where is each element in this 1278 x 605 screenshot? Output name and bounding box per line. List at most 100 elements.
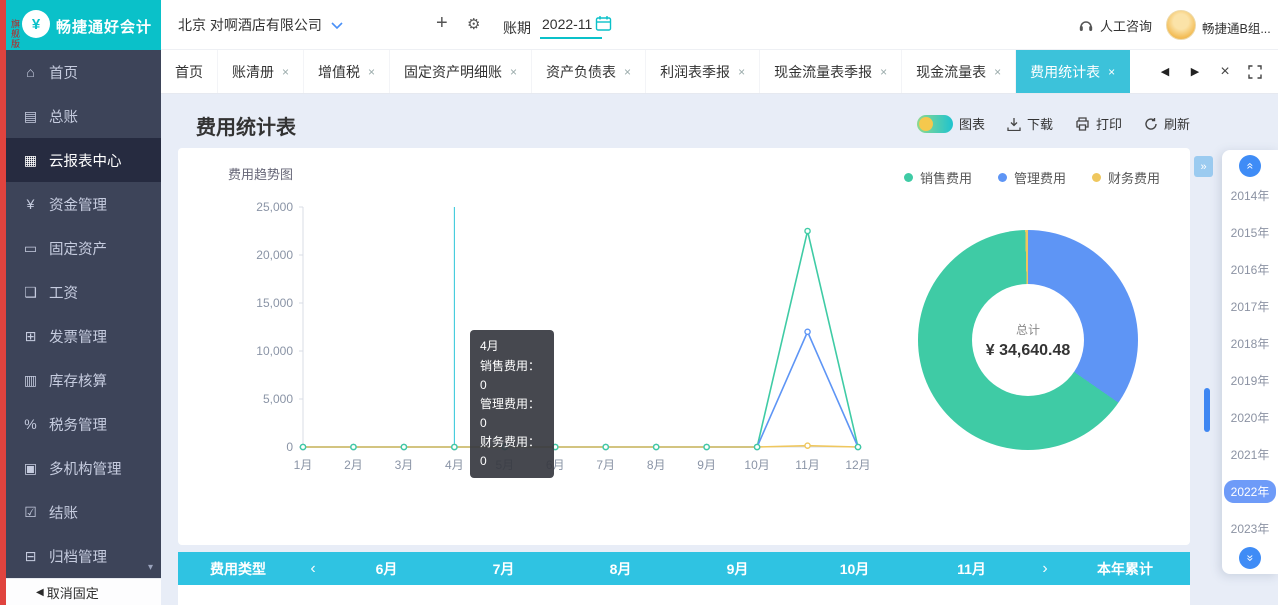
sidebar-item-label: 库存核算	[49, 370, 107, 391]
collapse-panel-button[interactable]: »	[1194, 156, 1213, 177]
svg-text:2月: 2月	[344, 458, 363, 472]
year-item[interactable]: 2020年	[1224, 406, 1277, 429]
column-month: 6月	[328, 559, 445, 579]
sidebar-item[interactable]: % 税务管理	[6, 402, 161, 446]
calendar-icon[interactable]	[595, 15, 612, 32]
sidebar-item[interactable]: ▤ 总账	[6, 94, 161, 138]
period-input[interactable]: 2022-11	[540, 12, 602, 39]
user-avatar[interactable]	[1166, 10, 1196, 40]
tab-close-icon[interactable]: ×	[510, 65, 517, 79]
year-item[interactable]: 2021年	[1224, 443, 1277, 466]
sidebar-item-label: 工资	[49, 282, 78, 303]
svg-text:3月: 3月	[395, 458, 414, 472]
year-item[interactable]: 2019年	[1224, 369, 1277, 392]
year-item[interactable]: 2016年	[1224, 258, 1277, 281]
print-button[interactable]: 打印	[1075, 114, 1122, 133]
tab[interactable]: 增值税 ×	[304, 50, 390, 93]
scroll-years-up-button[interactable]: «	[1239, 155, 1261, 177]
year-item[interactable]: 2018年	[1224, 332, 1277, 355]
vertical-scrollbar[interactable]	[1204, 388, 1210, 432]
svg-text:5,000: 5,000	[263, 392, 293, 406]
tooltip-line: 财务费用：0	[480, 433, 544, 471]
svg-text:11月: 11月	[795, 458, 819, 472]
tab-close-icon[interactable]: ×	[624, 65, 631, 79]
tab-label: 首页	[175, 62, 203, 82]
unpin-label: 取消固定	[47, 583, 99, 602]
chart-view-toggle[interactable]: 图表	[917, 114, 985, 133]
tab[interactable]: 利润表季报 ×	[646, 50, 760, 93]
refresh-icon	[1144, 117, 1158, 131]
tab[interactable]: 首页	[161, 50, 218, 93]
sidebar-scroll-down-icon[interactable]: ▾	[148, 562, 153, 601]
sidebar-item[interactable]: ☑ 结账	[6, 490, 161, 534]
legend-item[interactable]: 销售费用	[904, 168, 972, 187]
print-icon	[1075, 117, 1090, 131]
tab[interactable]: 账清册 ×	[218, 50, 304, 93]
prev-months-icon[interactable]: ‹	[298, 560, 328, 578]
closing-icon: ☑	[21, 504, 40, 521]
svg-text:9月: 9月	[697, 458, 716, 472]
tab[interactable]: 费用统计表 ×	[1016, 50, 1130, 93]
chart-title: 费用趋势图	[228, 164, 293, 183]
unpin-sidebar-button[interactable]: ◀ 取消固定	[6, 578, 161, 605]
next-months-icon[interactable]: ›	[1030, 560, 1060, 578]
sidebar-item[interactable]: ▦ 云报表中心	[6, 138, 161, 182]
sidebar-item[interactable]: ▭ 固定资产	[6, 226, 161, 270]
tabs-scroll-left-icon[interactable]: ◀	[1150, 50, 1180, 94]
home-icon: ⌂	[21, 64, 40, 80]
report-toolbar: 图表 下载 打印 刷新	[917, 114, 1190, 133]
user-name[interactable]: 畅捷通B组...	[1202, 18, 1271, 37]
sidebar-item[interactable]: ⌂ 首页	[6, 50, 161, 94]
collapse-left-icon: ◀	[36, 587, 44, 598]
close-all-tabs-icon[interactable]: ×	[1210, 50, 1240, 94]
scroll-years-down-button[interactable]: »	[1239, 547, 1261, 569]
year-item[interactable]: 2022年	[1224, 480, 1277, 503]
legend-item[interactable]: 管理费用	[998, 168, 1066, 187]
tab[interactable]: 资产负债表 ×	[532, 50, 646, 93]
support-button[interactable]: 人工咨询	[1078, 0, 1152, 50]
funds-icon: ¥	[21, 196, 40, 212]
brand-logo[interactable]: 旗舰版 ¥ 畅捷通好会计	[6, 0, 161, 50]
refresh-button[interactable]: 刷新	[1144, 114, 1190, 133]
open-tabs: 首页 账清册 × 增值税 × 固定资产明细账 ×	[161, 50, 1150, 93]
sidebar-item[interactable]: ⊞ 发票管理	[6, 314, 161, 358]
tab-close-icon[interactable]: ×	[1108, 65, 1115, 79]
legend-dot-icon	[1092, 173, 1101, 182]
year-item[interactable]: 2014年	[1224, 184, 1277, 207]
tabs-scroll-right-icon[interactable]: ▶	[1180, 50, 1210, 94]
tab[interactable]: 固定资产明细账 ×	[390, 50, 532, 93]
year-selector-panel: « 2014年 2015年 2016年 2017年 2018年 2019年 2020年 202…	[1222, 150, 1278, 574]
year-item[interactable]: 2015年	[1224, 221, 1277, 244]
tooltip-title: 4月	[480, 337, 544, 356]
tab-close-icon[interactable]: ×	[994, 65, 1001, 79]
tab[interactable]: 现金流量表季报 ×	[760, 50, 902, 93]
tab-close-icon[interactable]: ×	[880, 65, 887, 79]
expense-table-header: 费用类型 ‹ 6月7月8月9月10月11月 › 本年累计	[178, 552, 1190, 585]
company-selector[interactable]: 北京 对啊酒店有限公司	[178, 0, 343, 50]
sidebar-item[interactable]: ¥ 资金管理	[6, 182, 161, 226]
svg-text:10月: 10月	[744, 458, 769, 472]
year-item[interactable]: 2017年	[1224, 295, 1277, 318]
tab[interactable]: 现金流量表 ×	[902, 50, 1016, 93]
legend-item[interactable]: 财务费用	[1092, 168, 1160, 187]
download-button[interactable]: 下载	[1007, 114, 1053, 133]
toggle-switch[interactable]	[917, 115, 953, 133]
year-item[interactable]: 2023年	[1224, 517, 1277, 540]
column-month: 9月	[679, 559, 796, 579]
ledger-icon: ▤	[21, 108, 40, 125]
tooltip-line: 管理费用：0	[480, 395, 544, 433]
sidebar-item[interactable]: ⊟ 归档管理	[6, 534, 161, 578]
fullscreen-icon[interactable]	[1240, 50, 1270, 94]
sidebar-item[interactable]: ❑ 工资	[6, 270, 161, 314]
tab-close-icon[interactable]: ×	[738, 65, 745, 79]
sidebar-item[interactable]: ▣ 多机构管理	[6, 446, 161, 490]
tab-close-icon[interactable]: ×	[282, 65, 289, 79]
legend-label: 管理费用	[1014, 168, 1066, 187]
tab-label: 账清册	[232, 62, 274, 82]
tab-label: 增值税	[318, 62, 360, 82]
svg-text:15,000: 15,000	[256, 296, 293, 310]
tab-close-icon[interactable]: ×	[368, 65, 375, 79]
sidebar-item[interactable]: ▥ 库存核算	[6, 358, 161, 402]
add-button[interactable]: +	[436, 12, 448, 35]
gear-icon[interactable]: ⚙	[467, 15, 480, 33]
